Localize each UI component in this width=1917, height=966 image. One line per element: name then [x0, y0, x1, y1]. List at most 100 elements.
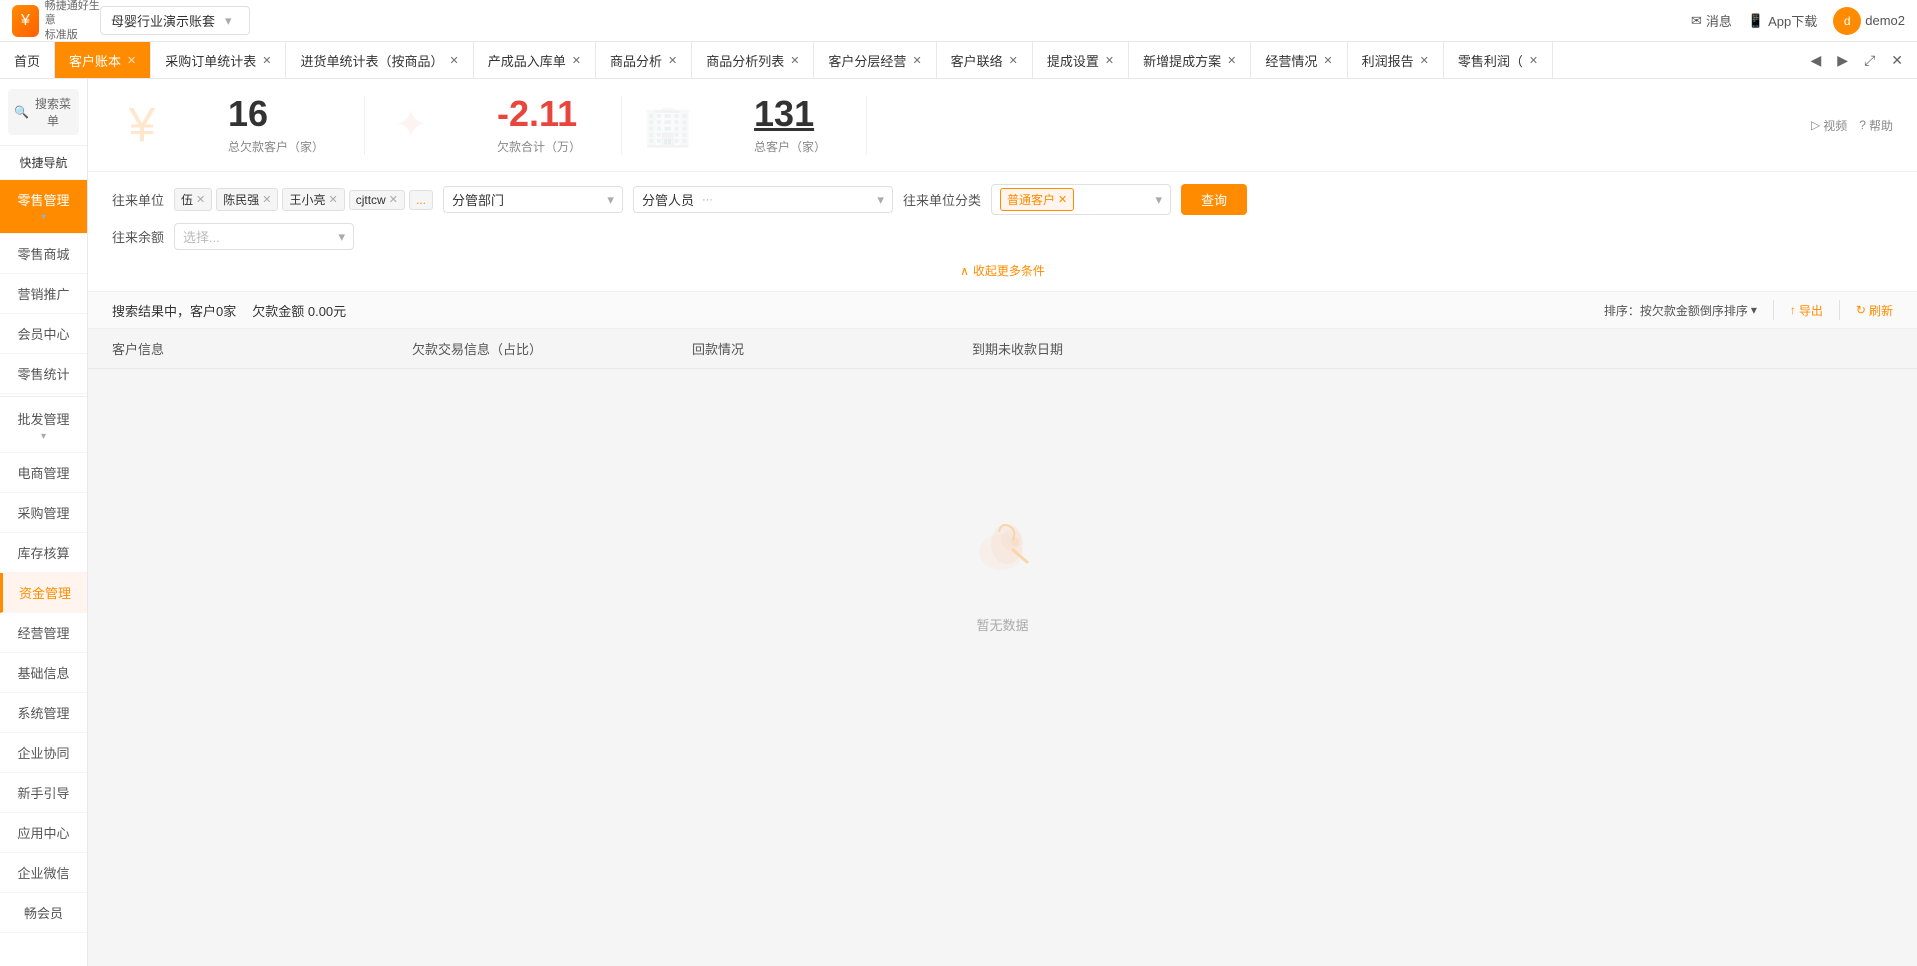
close-icon[interactable]: ✕ — [668, 54, 677, 67]
tab-cost-instock[interactable]: 产成品入库单 ✕ — [474, 42, 596, 78]
nav-close-all-button[interactable]: ✕ — [1885, 48, 1909, 73]
tab-new-prompt-plan-label: 新增提成方案 — [1143, 51, 1221, 70]
nav-prev-button[interactable]: ◀ — [1805, 48, 1828, 73]
close-icon[interactable]: ✕ — [572, 54, 581, 67]
tab-product-analysis[interactable]: 商品分析 ✕ — [596, 42, 692, 78]
remove-tag-wu[interactable]: ✕ — [196, 193, 205, 206]
filter-tag-wang: 王小亮 ✕ — [282, 188, 344, 211]
sidebar-item-purchase-mgmt[interactable]: 采购管理 — [0, 493, 87, 533]
sidebar-item-enterprise-agreement[interactable]: 企业协同 — [0, 733, 87, 773]
sidebar-item-ecommerce-mgmt[interactable]: 电商管理 — [0, 453, 87, 493]
help-button[interactable]: ? 帮助 — [1859, 117, 1893, 134]
filter-tag-more[interactable]: ... — [409, 190, 433, 210]
sidebar-item-finance-mgmt[interactable]: 资金管理 — [0, 573, 87, 613]
chevron-down-icon: ▾ — [877, 192, 884, 208]
close-icon[interactable]: ✕ — [1009, 54, 1018, 67]
nav-expand-button[interactable]: ⤢ — [1858, 48, 1881, 73]
sidebar-item-basic-info[interactable]: 基础信息 — [0, 653, 87, 693]
sidebar-item-member-center[interactable]: 会员中心 — [0, 314, 87, 354]
query-button[interactable]: 查询 — [1181, 184, 1247, 215]
stat-debt-total: -2.11 欠款合计（万） — [457, 96, 622, 155]
app-download-button[interactable]: 📱 App下载 — [1748, 11, 1817, 30]
tab-profit-report[interactable]: 利润报告 ✕ — [1348, 42, 1444, 78]
sidebar-item-quick-nav[interactable]: 快捷导航 — [0, 146, 87, 180]
dept-select[interactable]: 分管部门 ▾ — [443, 186, 623, 213]
sidebar-item-retail-stats[interactable]: 零售统计 — [0, 354, 87, 394]
tab-retail-profit[interactable]: 零售利润（ ✕ — [1444, 42, 1553, 78]
content-area: ¥ 16 总欠款客户（家） ✦ -2.11 欠款合计（万） 🏢 131 总客户（… — [88, 79, 1917, 966]
tab-prompt-settings[interactable]: 提成设置 ✕ — [1033, 42, 1129, 78]
search-menu-button[interactable]: 🔍 搜索菜单 — [8, 89, 79, 135]
remove-tag-cjttcw[interactable]: ✕ — [389, 193, 398, 206]
sidebar-item-member-plus[interactable]: 畅会员 — [0, 893, 87, 933]
close-icon[interactable]: ✕ — [262, 54, 271, 67]
tab-new-prompt-plan[interactable]: 新增提成方案 ✕ — [1129, 42, 1251, 78]
remove-tag-wang[interactable]: ✕ — [329, 193, 338, 206]
export-label: 导出 — [1799, 302, 1823, 319]
top-bar: ¥ 畅捷通好生意 标准版 母婴行业演示账套 ▾ ✉ 消息 📱 App下载 d d… — [0, 0, 1917, 42]
sidebar-item-retail-mall[interactable]: 零售商城 — [0, 234, 87, 274]
sidebar-item-newbie-guide[interactable]: 新手引导 — [0, 773, 87, 813]
stats-bar: ¥ 16 总欠款客户（家） ✦ -2.11 欠款合计（万） 🏢 131 总客户（… — [88, 79, 1917, 172]
org-selector[interactable]: 母婴行业演示账套 ▾ — [100, 6, 250, 35]
message-button[interactable]: ✉ 消息 — [1691, 11, 1732, 30]
person-select-label: 分管人员 — [642, 190, 694, 209]
tab-purchase-order-stat[interactable]: 采购订单统计表 ✕ — [151, 42, 286, 78]
tab-customer-segment[interactable]: 客户分层经营 ✕ — [814, 42, 936, 78]
stat-debt-total-value: -2.11 — [497, 96, 577, 132]
sidebar-newbie-guide-label: 新手引导 — [17, 783, 69, 802]
close-icon[interactable]: ✕ — [790, 54, 799, 67]
tab-customer-account[interactable]: 客户账本 ✕ — [55, 42, 151, 78]
sidebar-item-enterprise-wechat[interactable]: 企业微信 — [0, 853, 87, 893]
refresh-button[interactable]: ↻ 刷新 — [1856, 302, 1893, 319]
remove-unit-category-tag[interactable]: ✕ — [1058, 193, 1067, 206]
sidebar-item-inventory-check[interactable]: 库存核算 — [0, 533, 87, 573]
collapse-label: 收起更多条件 — [973, 262, 1045, 279]
close-icon[interactable]: ✕ — [1227, 54, 1236, 67]
sidebar-item-wholesale-mgmt[interactable]: 批发管理 ▾ — [0, 399, 87, 453]
export-icon: ↑ — [1790, 303, 1796, 317]
tab-customer-segment-label: 客户分层经营 — [828, 51, 906, 70]
user-menu[interactable]: d demo2 — [1833, 7, 1905, 35]
sidebar-enterprise-agreement-label: 企业协同 — [17, 743, 69, 762]
sidebar-retail-mall-label: 零售商城 — [17, 244, 69, 263]
search-menu-label: 搜索菜单 — [33, 95, 73, 129]
tab-operation-status[interactable]: 经营情况 ✕ — [1251, 42, 1347, 78]
sidebar-item-retail-mgmt[interactable]: 零售管理 ▾ — [0, 180, 87, 234]
close-icon[interactable]: ✕ — [1420, 54, 1429, 67]
collapse-button[interactable]: ∧ 收起更多条件 — [112, 258, 1893, 283]
tab-home[interactable]: 首页 — [0, 42, 55, 78]
chevron-down-icon: ▾ — [1155, 192, 1162, 208]
export-button[interactable]: ↑ 导出 — [1790, 302, 1823, 319]
sidebar-item-system-mgmt[interactable]: 系统管理 — [0, 693, 87, 733]
close-icon[interactable]: ✕ — [1323, 54, 1332, 67]
sort-button[interactable]: 排序：按欠款金额倒序排序 ▾ — [1604, 302, 1757, 319]
help-label: 帮助 — [1869, 117, 1893, 134]
close-icon[interactable]: ✕ — [127, 54, 136, 67]
close-icon[interactable]: ✕ — [450, 54, 459, 67]
close-icon[interactable]: ✕ — [912, 54, 921, 67]
sidebar-item-app-center[interactable]: 应用中心 — [0, 813, 87, 853]
video-help-button[interactable]: ▷ 视频 — [1811, 117, 1847, 134]
sidebar-item-marketing[interactable]: 营销推广 — [0, 274, 87, 314]
nav-next-button[interactable]: ▶ — [1831, 48, 1854, 73]
balance-select[interactable]: 选择... ▾ — [174, 223, 354, 250]
tab-product-analysis-list-label: 商品分析列表 — [706, 51, 784, 70]
remove-tag-chen[interactable]: ✕ — [262, 193, 271, 206]
sidebar-marketing-label: 营销推广 — [17, 284, 69, 303]
results-bar: 搜索结果中，客户0家 欠款金额 0.00元 排序：按欠款金额倒序排序 ▾ ↑ 导… — [88, 292, 1917, 329]
tab-instock-stat[interactable]: 进货单统计表（按商品） ✕ — [286, 42, 473, 78]
filter-unit-category-label: 往来单位分类 — [903, 190, 981, 209]
sidebar-item-operation-mgmt[interactable]: 经营管理 — [0, 613, 87, 653]
tab-product-analysis-list[interactable]: 商品分析列表 ✕ — [692, 42, 814, 78]
sidebar-search-section: 🔍 搜索菜单 — [0, 79, 87, 146]
refresh-icon: ↻ — [1856, 303, 1866, 317]
data-table: 客户信息 欠款交易信息（占比） 回款情况 到期未收款日期 — [88, 329, 1917, 966]
tab-customer-contact[interactable]: 客户联络 ✕ — [937, 42, 1033, 78]
unit-category-select[interactable]: 普通客户 ✕ ▾ — [991, 184, 1171, 215]
close-icon[interactable]: ✕ — [1529, 54, 1538, 67]
person-select[interactable]: 分管人员 ··· ▾ — [633, 186, 893, 213]
quick-nav-label: 快捷导航 — [19, 156, 67, 170]
empty-state: 暂无数据 — [963, 504, 1043, 634]
close-icon[interactable]: ✕ — [1105, 54, 1114, 67]
